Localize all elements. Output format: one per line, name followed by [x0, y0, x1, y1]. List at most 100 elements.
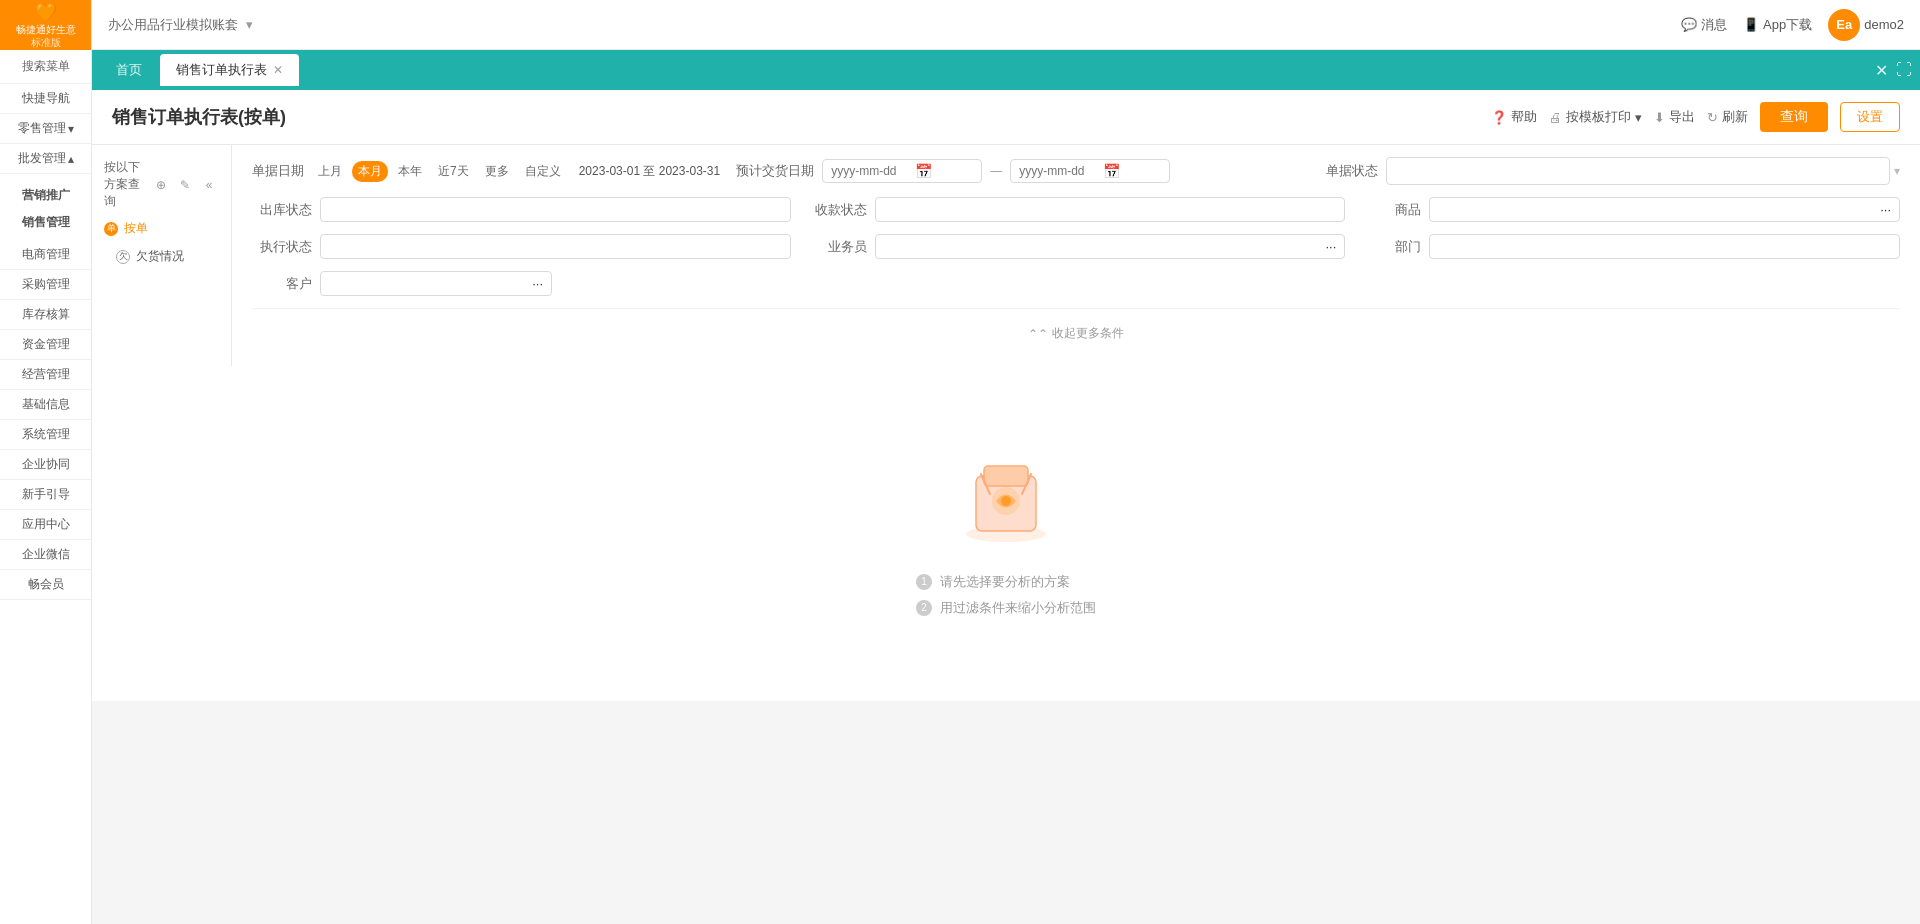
sidebar-item-sales-mgmt[interactable]: 销售管理: [6, 209, 85, 236]
sidebar-item-new-guide[interactable]: 新手引导: [0, 480, 91, 510]
collection-status-select[interactable]: [875, 197, 1346, 222]
tab-sales-order-exec[interactable]: 销售订单执行表 ✕: [160, 54, 299, 86]
sidebar-section-marketing: 营销推广 销售管理: [0, 174, 91, 240]
sidebar-item-retail-mgmt[interactable]: 零售管理 ▾: [0, 114, 91, 144]
expected-date-end-input[interactable]: [1019, 164, 1099, 178]
sidebar-item-wholesale-mgmt[interactable]: 批发管理 ▴: [0, 144, 91, 174]
query-btn[interactable]: 查询: [1760, 102, 1828, 132]
empty-steps: 1 请先选择要分析的方案 2 用过滤条件来缩小分析范围: [916, 569, 1096, 621]
date-this-month[interactable]: 本月: [352, 161, 388, 182]
scheme-add-btn[interactable]: ⊕: [151, 175, 171, 195]
salesperson-label: 业务员: [807, 238, 867, 256]
module-dropdown-icon[interactable]: ▾: [246, 17, 253, 32]
customer-dots-icon: ···: [532, 276, 543, 291]
edit-icon: ✎: [180, 178, 190, 192]
date-custom[interactable]: 自定义: [519, 161, 567, 182]
logo-text: 畅捷通好生意: [16, 23, 76, 36]
sidebar-item-enterprise-wechat[interactable]: 企业微信: [0, 540, 91, 570]
date-last-month[interactable]: 上月: [312, 161, 348, 182]
goods-field: 商品 ···: [1361, 197, 1900, 222]
order-status-group: 单据状态 ▾: [1326, 157, 1900, 185]
scheme-panel: 按以下方案查询 ⊕ ✎ « 单 按单: [92, 145, 232, 366]
out-status-select[interactable]: [320, 197, 791, 222]
avatar: Ea: [1828, 9, 1860, 41]
svg-rect-2: [984, 466, 1028, 486]
out-status-field: 出库状态: [252, 197, 791, 222]
date-this-year[interactable]: 本年: [392, 161, 428, 182]
exec-status-label: 执行状态: [252, 238, 312, 256]
sidebar-item-member[interactable]: 畅会员: [0, 570, 91, 600]
calendar-start-icon[interactable]: 📅: [915, 163, 932, 179]
filter-row-4: 客户 ···: [252, 271, 1900, 296]
goods-dots-icon: ···: [1880, 202, 1891, 217]
scheme-collapse-btn[interactable]: «: [199, 175, 219, 195]
svg-point-4: [1001, 496, 1011, 506]
template-print-btn[interactable]: 🖨 按模板打印 ▾: [1549, 108, 1642, 126]
empty-svg-icon: [946, 446, 1066, 546]
sidebar-item-app-center[interactable]: 应用中心: [0, 510, 91, 540]
module-name: 办公用品行业模拟账套: [108, 16, 238, 34]
dept-select[interactable]: [1429, 234, 1900, 259]
sidebar-item-sys[interactable]: 系统管理: [0, 420, 91, 450]
scheme-edit-btn[interactable]: ✎: [175, 175, 195, 195]
settings-btn[interactable]: 设置: [1840, 102, 1900, 132]
customer-input[interactable]: ···: [320, 271, 552, 296]
sidebar-item-basic[interactable]: 基础信息: [0, 390, 91, 420]
page-header: 销售订单执行表(按单) ❓ 帮助 🖨 按模板打印 ▾ ⬇ 导出 ↻ 刷新: [92, 90, 1920, 145]
chevron-down-icon: ▾: [68, 122, 74, 136]
salesperson-dots-icon: ···: [1325, 239, 1336, 254]
empty-hint-2: 用过滤条件来缩小分析范围: [940, 595, 1096, 621]
home-label: 首页: [116, 61, 142, 79]
expected-date-start-input[interactable]: [831, 164, 911, 178]
sidebar-item-inventory[interactable]: 库存核算: [0, 300, 91, 330]
user-menu[interactable]: Ea demo2: [1828, 9, 1904, 41]
chevron-up-icon: ▴: [68, 152, 74, 166]
out-status-label: 出库状态: [252, 201, 312, 219]
sidebar-item-ops[interactable]: 经营管理: [0, 360, 91, 390]
date-filter-group: 单据日期 上月 本月 本年 近7天 更多 自定义 2023-03-01 至: [252, 161, 720, 182]
date-sep: —: [990, 164, 1002, 178]
tab-close-icon[interactable]: ✕: [273, 63, 283, 77]
date-more[interactable]: 更多: [479, 161, 515, 182]
exec-status-select[interactable]: [320, 234, 791, 259]
refresh-btn[interactable]: ↻ 刷新: [1707, 108, 1748, 126]
customer-field: 客户 ···: [252, 271, 552, 296]
tab-home[interactable]: 首页: [100, 54, 158, 86]
dept-field: 部门: [1361, 234, 1900, 259]
sidebar-item-finance[interactable]: 资金管理: [0, 330, 91, 360]
app-download-btn[interactable]: 📱 App下载: [1743, 16, 1812, 34]
collapse-up-icon: ⌃⌃: [1028, 327, 1048, 341]
order-status-select[interactable]: [1386, 157, 1890, 185]
sidebar-item-ecommerce[interactable]: 电商管理: [0, 240, 91, 270]
scheme-panel-header: 按以下方案查询 ⊕ ✎ «: [92, 155, 231, 214]
scheme-item-backorder[interactable]: 欠 欠货情况: [92, 243, 231, 270]
collapse-btn[interactable]: ⌃⌃ 收起更多条件: [252, 319, 1900, 348]
app-logo[interactable]: 🧡 畅捷通好生意 标准版: [0, 0, 91, 50]
date-last-7days[interactable]: 近7天: [432, 161, 475, 182]
logo-icon: 🧡: [35, 1, 57, 23]
step-2-num: 2: [916, 600, 932, 616]
tabbar-right: ✕ ⛶: [1875, 61, 1912, 80]
collapse-row: ⌃⌃ 收起更多条件: [252, 308, 1900, 354]
scheme-item-by-order[interactable]: 单 按单: [92, 214, 231, 243]
tab-sales-order-exec-label: 销售订单执行表: [176, 61, 267, 79]
tab-close-window-icon[interactable]: ✕: [1875, 61, 1888, 80]
empty-illustration: [946, 446, 1066, 549]
sidebar-item-quick-nav[interactable]: 快捷导航: [0, 84, 91, 114]
calendar-end-icon[interactable]: 📅: [1103, 163, 1120, 179]
dept-label: 部门: [1361, 238, 1421, 256]
sidebar-item-marketing[interactable]: 营销推广: [6, 182, 85, 209]
topbar-left: 办公用品行业模拟账套 ▾: [108, 16, 253, 34]
export-btn[interactable]: ⬇ 导出: [1654, 108, 1695, 126]
expected-date-start-wrap: 📅: [822, 159, 982, 183]
filter-panel: 单据日期 上月 本月 本年 近7天 更多 自定义 2023-03-01 至: [232, 145, 1920, 366]
salesperson-input[interactable]: ···: [875, 234, 1346, 259]
help-btn[interactable]: ❓ 帮助: [1491, 108, 1537, 126]
message-btn[interactable]: 💬 消息: [1681, 16, 1727, 34]
sidebar-item-search[interactable]: 搜索菜单: [0, 50, 91, 84]
sidebar-item-enterprise-coop[interactable]: 企业协同: [0, 450, 91, 480]
goods-input[interactable]: ···: [1429, 197, 1900, 222]
customer-label: 客户: [252, 275, 312, 293]
sidebar-item-purchase[interactable]: 采购管理: [0, 270, 91, 300]
tab-maximize-icon[interactable]: ⛶: [1896, 61, 1912, 80]
